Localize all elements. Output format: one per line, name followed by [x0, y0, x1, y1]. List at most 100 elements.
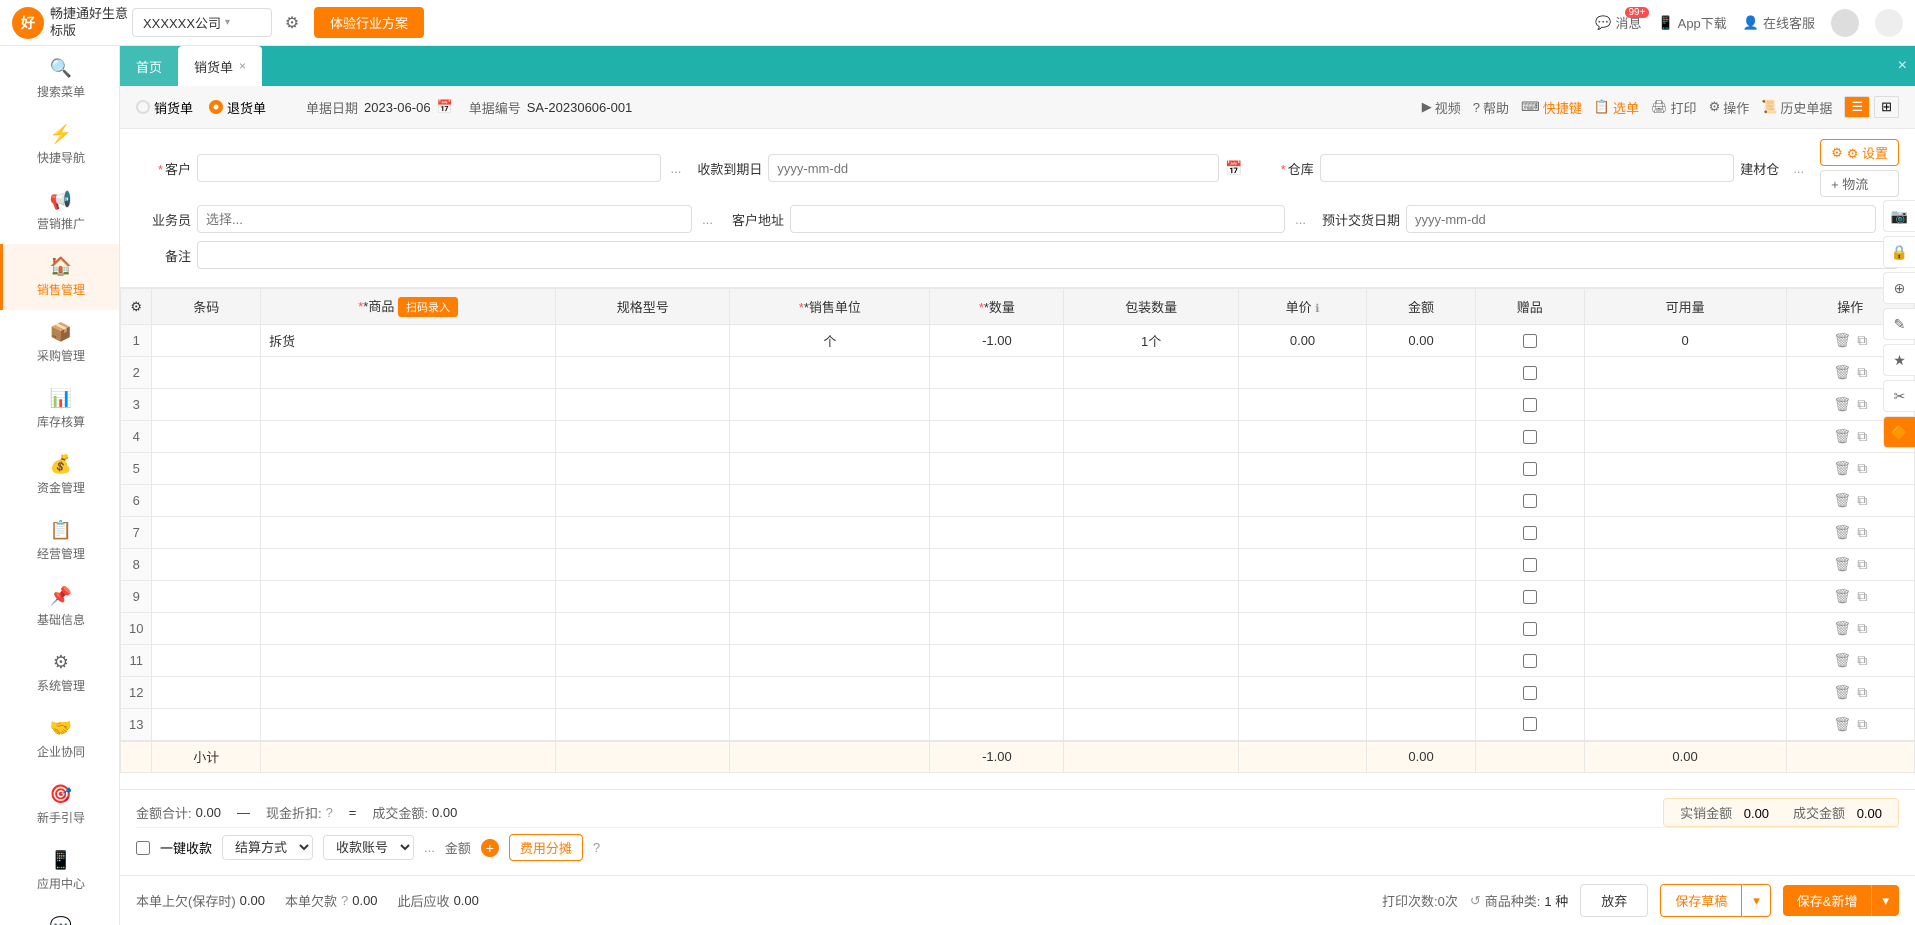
sidebar-item-enterprise[interactable]: 🤝 企业协同 — [0, 706, 119, 772]
row-gift-10[interactable] — [1475, 645, 1584, 677]
row-pack-qty-5[interactable] — [1064, 485, 1238, 517]
row-qty-5[interactable] — [930, 485, 1064, 517]
sidebar-item-system[interactable]: ⚙ 系统管理 — [0, 640, 119, 706]
row-price-1[interactable] — [1238, 357, 1366, 389]
row-product-7[interactable] — [261, 549, 556, 581]
delete-icon-0[interactable]: 🗑 — [1833, 332, 1851, 349]
row-pack-qty-10[interactable] — [1064, 645, 1238, 677]
copy-icon-11[interactable]: ⧉ — [1857, 684, 1867, 701]
row-unit-6[interactable] — [730, 517, 930, 549]
company-selector[interactable]: XXXXXX公司 ▾ — [132, 8, 272, 37]
due-date-calendar-icon[interactable]: 📅 — [1225, 160, 1242, 177]
row-qty-8[interactable] — [930, 581, 1064, 613]
row-unit-12[interactable] — [730, 709, 930, 741]
row-product-6[interactable] — [261, 517, 556, 549]
row-product-10[interactable] — [261, 645, 556, 677]
row-pack-qty-11[interactable] — [1064, 677, 1238, 709]
row-product-4[interactable] — [261, 453, 556, 485]
row-qty-12[interactable] — [930, 709, 1064, 741]
row-gift-5[interactable] — [1475, 485, 1584, 517]
online-service-button[interactable]: 👤 在线客服 — [1743, 13, 1815, 32]
row-barcode-6[interactable] — [152, 517, 261, 549]
row-spec-8[interactable] — [556, 581, 730, 613]
row-product-12[interactable] — [261, 709, 556, 741]
logistics-button[interactable]: + 物流 — [1820, 170, 1899, 197]
row-spec-10[interactable] — [556, 645, 730, 677]
sidebar-item-inventory[interactable]: 📊 库存核算 — [0, 376, 119, 442]
row-spec-0[interactable] — [556, 325, 730, 357]
copy-icon-9[interactable]: ⧉ — [1857, 620, 1867, 637]
warehouse-dots[interactable]: ... — [1793, 161, 1804, 176]
row-gift-3[interactable] — [1475, 421, 1584, 453]
row-spec-3[interactable] — [556, 421, 730, 453]
col-settings-icon[interactable]: ⚙ — [130, 299, 142, 314]
row-amount-4[interactable] — [1367, 453, 1476, 485]
copy-icon-6[interactable]: ⧉ — [1857, 524, 1867, 541]
sidebar-item-purchase[interactable]: 📦 采购管理 — [0, 310, 119, 376]
delete-icon-12[interactable]: 🗑 — [1833, 716, 1851, 733]
row-pack-qty-8[interactable] — [1064, 581, 1238, 613]
row-barcode-12[interactable] — [152, 709, 261, 741]
row-gift-0[interactable] — [1475, 325, 1584, 357]
payment-method-select[interactable]: 结算方式 — [222, 835, 313, 860]
row-qty-1[interactable] — [930, 357, 1064, 389]
row-price-0[interactable]: 0.00 — [1238, 325, 1366, 357]
row-barcode-4[interactable] — [152, 453, 261, 485]
row-gift-9[interactable] — [1475, 613, 1584, 645]
col-settings-header[interactable]: ⚙ — [121, 289, 152, 325]
row-product-3[interactable] — [261, 421, 556, 453]
row-barcode-1[interactable] — [152, 357, 261, 389]
copy-icon-1[interactable]: ⧉ — [1857, 364, 1867, 381]
row-amount-9[interactable] — [1367, 613, 1476, 645]
row-unit-7[interactable] — [730, 549, 930, 581]
message-button[interactable]: 💬 消息 99+ — [1595, 13, 1641, 32]
row-gift-1[interactable] — [1475, 357, 1584, 389]
customer-input[interactable] — [197, 154, 661, 182]
row-pack-qty-7[interactable] — [1064, 549, 1238, 581]
row-barcode-9[interactable] — [152, 613, 261, 645]
discount-help-icon[interactable]: ? — [326, 805, 333, 820]
shortcut-btn[interactable]: ⌨ 快捷键 — [1521, 98, 1582, 117]
tab-home[interactable]: 首页 — [120, 46, 178, 86]
row-gift-8[interactable] — [1475, 581, 1584, 613]
row-pack-qty-1[interactable] — [1064, 357, 1238, 389]
refresh-icon[interactable]: ↺ — [1470, 893, 1481, 909]
trial-button[interactable]: 体验行业方案 — [314, 7, 424, 38]
row-amount-3[interactable] — [1367, 421, 1476, 453]
float-btn-clip[interactable]: ✂ — [1883, 380, 1915, 412]
row-qty-9[interactable] — [930, 613, 1064, 645]
copy-icon-4[interactable]: ⧉ — [1857, 460, 1867, 477]
row-price-5[interactable] — [1238, 485, 1366, 517]
warehouse-input[interactable] — [1320, 154, 1735, 182]
row-amount-8[interactable] — [1367, 581, 1476, 613]
save-new-arrow[interactable]: ▾ — [1871, 885, 1899, 916]
settings-icon[interactable]: ⚙ — [278, 9, 306, 37]
row-barcode-5[interactable] — [152, 485, 261, 517]
copy-icon-3[interactable]: ⧉ — [1857, 428, 1867, 445]
row-qty-2[interactable] — [930, 389, 1064, 421]
row-amount-12[interactable] — [1367, 709, 1476, 741]
video-btn[interactable]: ▶ 视频 — [1422, 98, 1461, 117]
sidebar-item-operations[interactable]: 📋 经营管理 — [0, 508, 119, 574]
row-qty-11[interactable] — [930, 677, 1064, 709]
one-click-payment-checkbox[interactable] — [136, 841, 150, 855]
row-pack-qty-4[interactable] — [1064, 453, 1238, 485]
delivery-date-input[interactable] — [1406, 205, 1876, 233]
row-amount-2[interactable] — [1367, 389, 1476, 421]
row-amount-10[interactable] — [1367, 645, 1476, 677]
row-pack-qty-12[interactable] — [1064, 709, 1238, 741]
sidebar-item-finance[interactable]: 💰 资金管理 — [0, 442, 119, 508]
row-barcode-11[interactable] — [152, 677, 261, 709]
discard-button[interactable]: 放弃 — [1580, 884, 1648, 917]
row-spec-11[interactable] — [556, 677, 730, 709]
row-spec-2[interactable] — [556, 389, 730, 421]
sidebar-item-sales[interactable]: 🏠 销售管理 — [0, 244, 119, 310]
row-spec-9[interactable] — [556, 613, 730, 645]
float-btn-camera[interactable]: 📷 — [1883, 200, 1915, 232]
sidebar-item-app-center[interactable]: 📱 应用中心 — [0, 838, 119, 904]
row-gift-11[interactable] — [1475, 677, 1584, 709]
radio-return-order[interactable]: 退货单 — [209, 98, 266, 117]
copy-icon-10[interactable]: ⧉ — [1857, 652, 1867, 669]
save-draft-button[interactable]: 保存草稿 — [1660, 884, 1742, 917]
row-amount-5[interactable] — [1367, 485, 1476, 517]
